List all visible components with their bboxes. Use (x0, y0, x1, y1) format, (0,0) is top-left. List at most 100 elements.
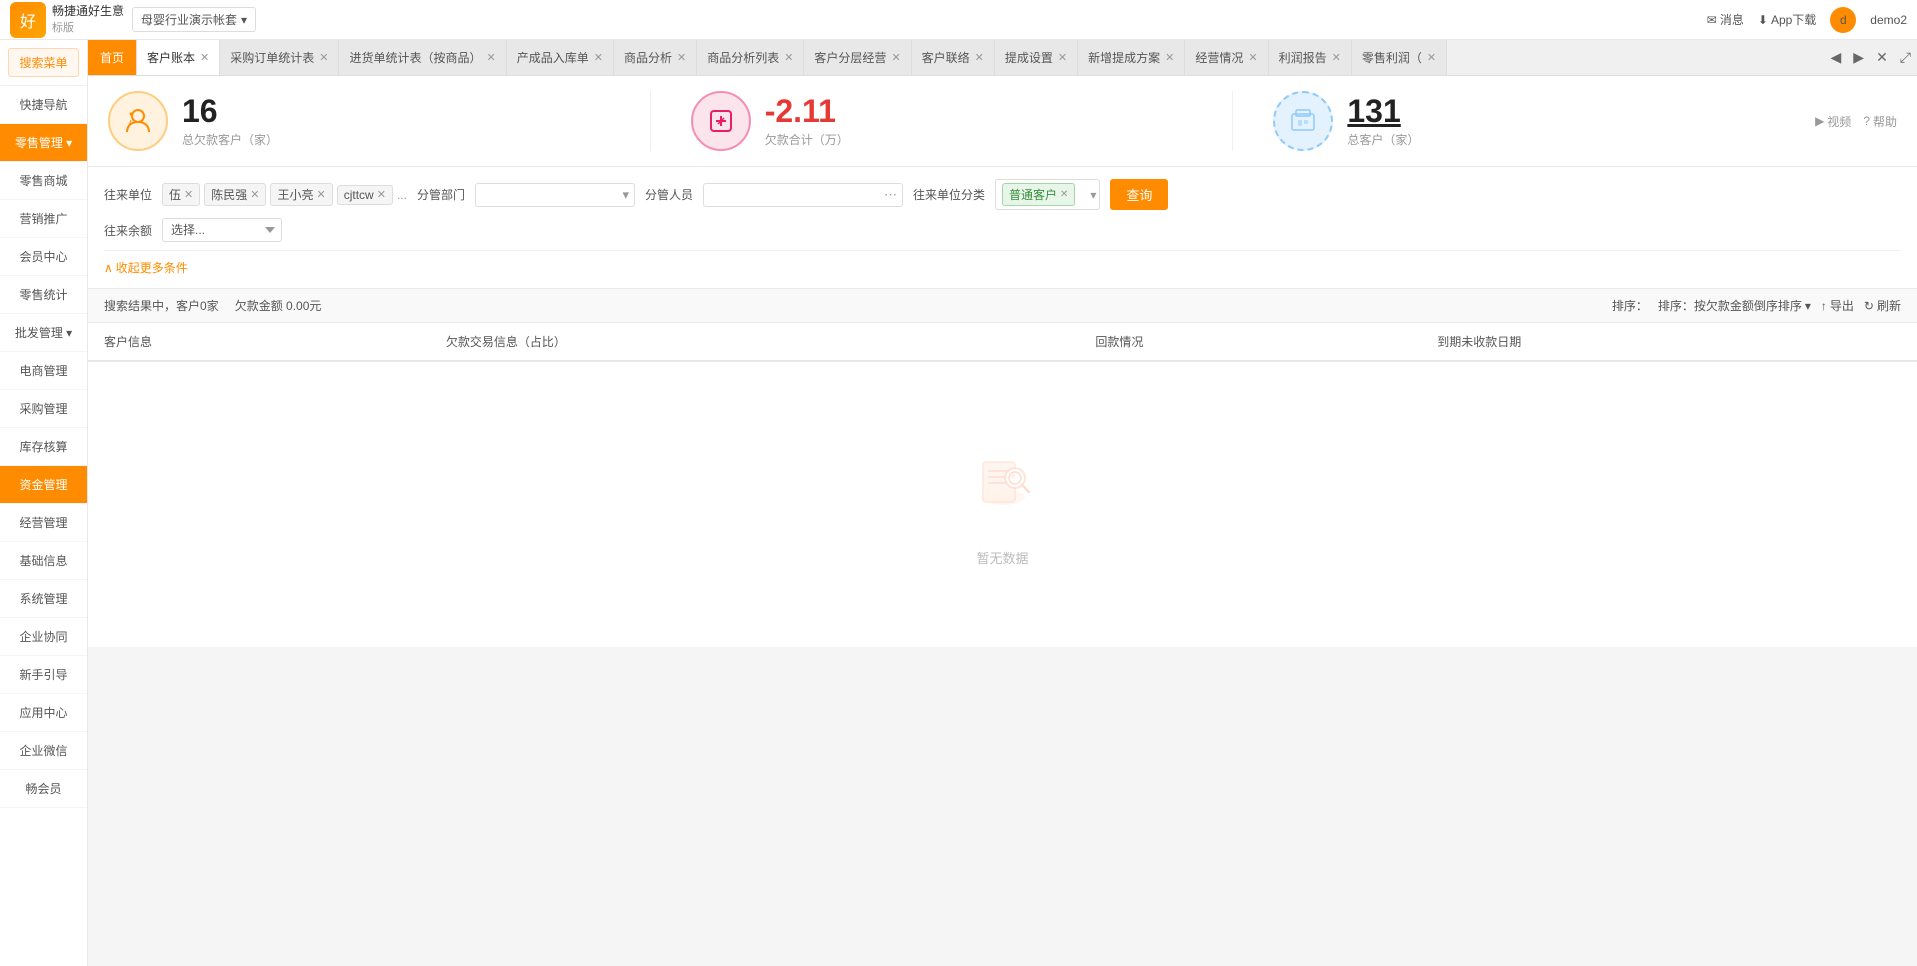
balance-select[interactable]: 选择... (162, 218, 282, 242)
refresh-btn[interactable]: ↻ 刷新 (1864, 297, 1901, 314)
empty-state-icon (963, 442, 1043, 536)
close-icon[interactable]: ✕ (1248, 51, 1257, 64)
tag-remove-icon[interactable]: ✕ (317, 188, 326, 201)
top-bar: 好 畅捷通好生意 标版 母婴行业演示帐套 ▾ ✉ 消息 ⬇ App下载 d de… (0, 0, 1917, 40)
close-icon[interactable]: ✕ (1332, 51, 1341, 64)
close-icon[interactable]: ✕ (319, 51, 328, 64)
unit-type-label: 往来单位分类 (913, 186, 985, 203)
tab-profit-report[interactable]: 利润报告 ✕ (1269, 40, 1352, 76)
sidebar-item-vip-member[interactable]: 畅会员 (0, 770, 87, 808)
filter-tag-3[interactable]: 王小亮 ✕ (270, 183, 332, 206)
col-debt-info: 欠款交易信息（占比） (430, 323, 1080, 361)
sidebar-item-quick-nav[interactable]: 快捷导航 (0, 86, 87, 124)
tab-customer-account[interactable]: 客户账本 ✕ (137, 40, 220, 76)
sidebar-item-label: 应用中心 (19, 706, 67, 720)
close-icon[interactable]: ✕ (1427, 51, 1436, 64)
app-download-btn[interactable]: ⬇ App下载 (1758, 11, 1816, 28)
tab-stock-stats[interactable]: 进货单统计表（按商品） ✕ (339, 40, 506, 76)
sort-select-btn[interactable]: 排序：按欠款金额倒序排序 ▾ (1658, 297, 1811, 314)
tabs-next-icon[interactable]: ▶ (1847, 49, 1870, 66)
tab-label: 进货单统计表（按商品） (349, 49, 481, 66)
help-btn[interactable]: ? 帮助 (1863, 113, 1897, 130)
sidebar-item-basic-info[interactable]: 基础信息 (0, 542, 87, 580)
empty-state-text: 暂无数据 (976, 548, 1028, 567)
search-menu-button[interactable]: 搜索菜单 (8, 48, 79, 77)
close-icon[interactable]: ✕ (1058, 51, 1067, 64)
tenant-selector[interactable]: 母婴行业演示帐套 ▾ (132, 7, 256, 32)
tab-customer-contact[interactable]: 客户联络 ✕ (912, 40, 995, 76)
sidebar-item-label: 企业协同 (19, 630, 67, 644)
tab-new-achievement-plan[interactable]: 新增提成方案 ✕ (1078, 40, 1185, 76)
filter-tag-1[interactable]: 伍 ✕ (162, 183, 200, 206)
dept-input[interactable] (475, 183, 635, 207)
sidebar-item-enterprise-wechat[interactable]: 企业微信 (0, 732, 87, 770)
tenant-name: 母婴行业演示帐套 (141, 11, 237, 28)
tabs-close-all-icon[interactable]: ✕ (1870, 49, 1894, 66)
close-icon[interactable]: ✕ (784, 51, 793, 64)
sidebar-item-retail-mgmt[interactable]: 零售管理 ▾ (0, 124, 87, 162)
sidebar-item-retail-stats[interactable]: 零售统计 (0, 276, 87, 314)
close-icon[interactable]: ✕ (594, 51, 603, 64)
sort-label: 排序： (1612, 297, 1648, 314)
person-label: 分管人员 (645, 186, 693, 203)
tag-remove-icon[interactable]: ✕ (250, 188, 259, 201)
sidebar-item-enterprise-coop[interactable]: 企业协同 (0, 618, 87, 656)
sidebar-item-member-center[interactable]: 会员中心 (0, 238, 87, 276)
tab-customer-tier[interactable]: 客户分层经营 ✕ (804, 40, 911, 76)
filter-tag-2[interactable]: 陈民强 ✕ (204, 183, 266, 206)
filter-tag-4[interactable]: cjttcw ✕ (337, 185, 393, 205)
collapse-button[interactable]: ∧ 收起更多条件 (104, 259, 1901, 276)
tab-label: 零售利润（ (1362, 49, 1422, 66)
help-label: 帮助 (1873, 113, 1897, 130)
unit-type-tags[interactable]: 普通客户 ✕ ▾ (995, 179, 1100, 210)
sidebar-item-label: 电商管理 (19, 364, 67, 378)
close-icon[interactable]: ✕ (487, 51, 496, 64)
tab-product-stock-in[interactable]: 产成品入库单 ✕ (507, 40, 614, 76)
tab-label: 采购订单统计表 (230, 49, 314, 66)
tab-reminder-settings[interactable]: 提成设置 ✕ (995, 40, 1078, 76)
sidebar-item-app-center[interactable]: 应用中心 (0, 694, 87, 732)
tab-label: 产成品入库单 (517, 49, 589, 66)
sidebar-item-operations[interactable]: 经营管理 (0, 504, 87, 542)
close-icon[interactable]: ✕ (677, 51, 686, 64)
refresh-label: 刷新 (1877, 297, 1901, 314)
tabs-expand-icon[interactable]: ⤢ (1894, 49, 1917, 66)
col-payment-status: 回款情况 (1079, 323, 1421, 361)
tag-remove-icon[interactable]: ✕ (184, 188, 193, 201)
chevron-up-icon: ∧ (104, 261, 113, 275)
tab-purchase-order-stats[interactable]: 采购订单统计表 ✕ (220, 40, 339, 76)
user-avatar[interactable]: d (1830, 7, 1856, 33)
tag-remove-icon[interactable]: ✕ (377, 188, 386, 201)
summary-card-total-customers: 131 总客户（家） (1232, 91, 1815, 151)
sidebar-item-marketing[interactable]: 营销推广 (0, 200, 87, 238)
close-icon[interactable]: ✕ (1165, 51, 1174, 64)
sidebar-item-sys-mgmt[interactable]: 系统管理 (0, 580, 87, 618)
export-btn[interactable]: ↑ 导出 (1821, 297, 1854, 314)
content-area: 首页 客户账本 ✕ 采购订单统计表 ✕ 进货单统计表（按商品） ✕ 产成品入库单… (88, 40, 1917, 966)
tag-remove-icon[interactable]: ✕ (1060, 189, 1068, 200)
tab-operation-status[interactable]: 经营情况 ✕ (1185, 40, 1268, 76)
page-content: 16 总欠款客户（家） -2.11 欠款合计 (88, 76, 1917, 966)
sidebar-item-ecommerce[interactable]: 电商管理 (0, 352, 87, 390)
logo-main-text: 畅捷通好生意 (52, 4, 124, 20)
sidebar-item-newcomer[interactable]: 新手引导 (0, 656, 87, 694)
more-tags-btn[interactable]: ... (397, 188, 407, 202)
tabs-prev-icon[interactable]: ◀ (1825, 49, 1848, 66)
sidebar-item-label: 零售商城 (19, 174, 67, 188)
sidebar-item-wholesale-mgmt[interactable]: 批发管理 ▾ (0, 314, 87, 352)
sidebar-item-capital-mgmt[interactable]: 资金管理 (0, 466, 87, 504)
messages-btn[interactable]: ✉ 消息 (1707, 11, 1744, 28)
video-btn[interactable]: ▶ 视频 (1815, 113, 1851, 130)
sidebar-item-inventory[interactable]: 库存核算 (0, 428, 87, 466)
close-icon[interactable]: ✕ (975, 51, 984, 64)
close-icon[interactable]: ✕ (200, 51, 209, 64)
tab-product-analysis[interactable]: 商品分析 ✕ (614, 40, 697, 76)
person-input[interactable] (703, 183, 903, 207)
tab-retail-profit[interactable]: 零售利润（ ✕ (1352, 40, 1447, 76)
sidebar-item-purchase-mgmt[interactable]: 采购管理 (0, 390, 87, 428)
tab-home[interactable]: 首页 (88, 40, 137, 76)
close-icon[interactable]: ✕ (891, 51, 900, 64)
tab-product-analysis-list[interactable]: 商品分析列表 ✕ (697, 40, 804, 76)
search-button[interactable]: 查询 (1110, 179, 1168, 210)
sidebar-item-retail-mall[interactable]: 零售商城 (0, 162, 87, 200)
